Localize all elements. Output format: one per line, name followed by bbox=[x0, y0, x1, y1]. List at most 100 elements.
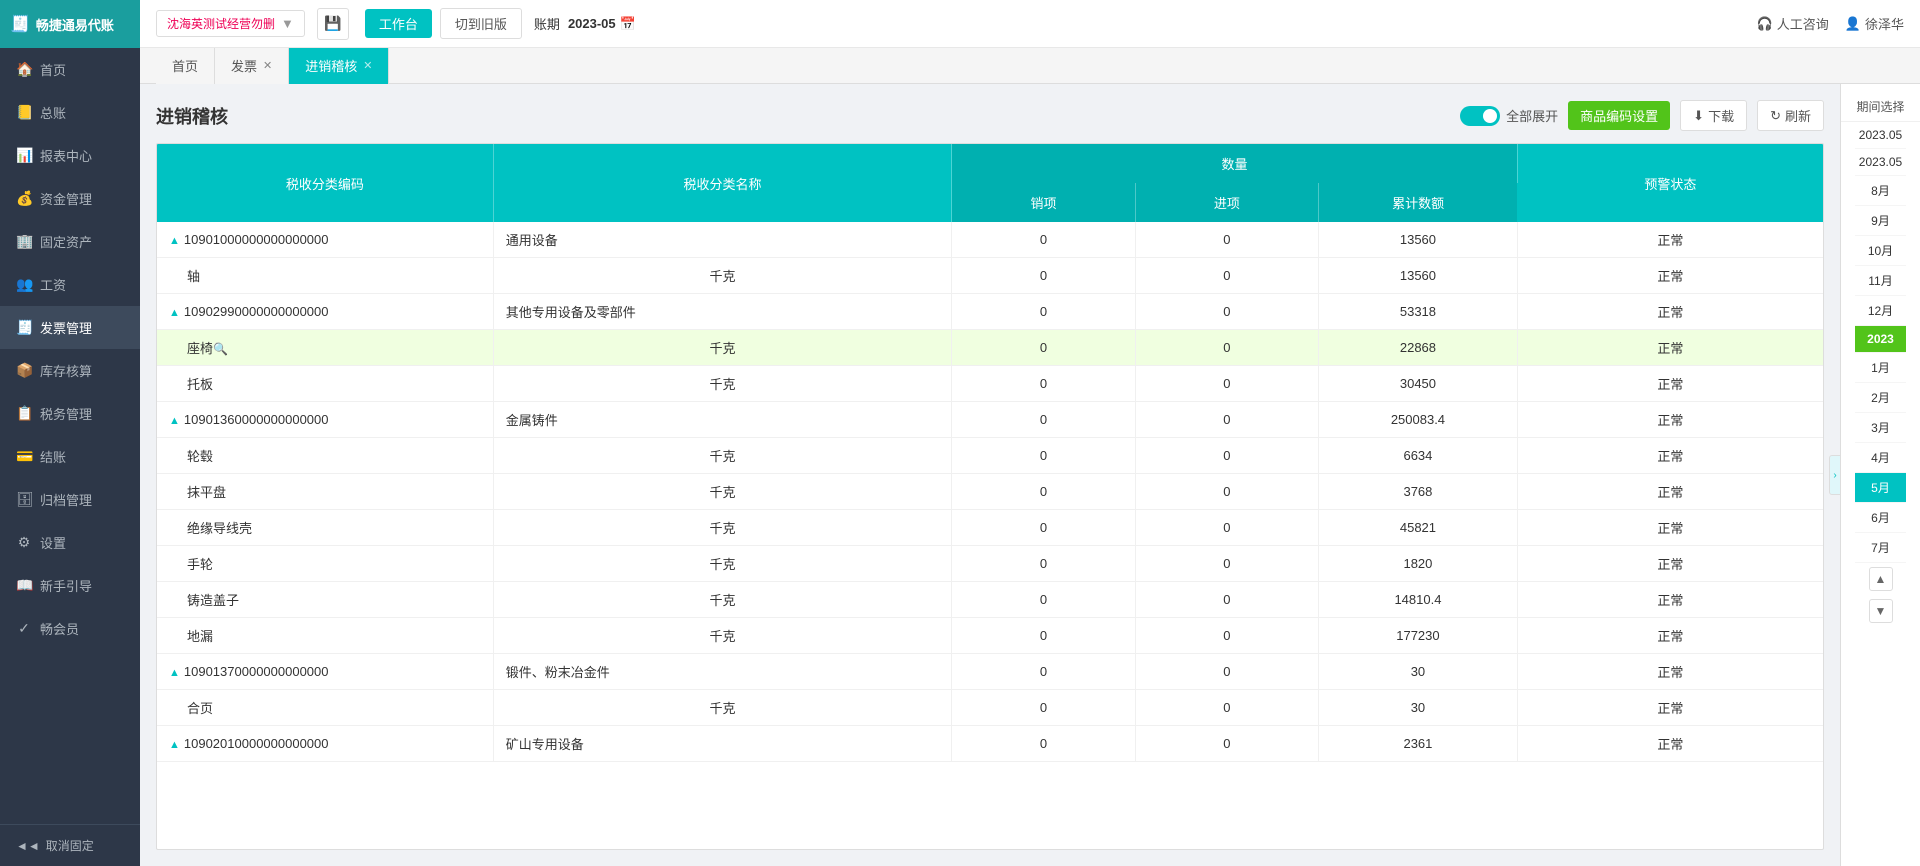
product-code-button[interactable]: 商品编码设置 bbox=[1568, 101, 1670, 130]
tab-reconcile[interactable]: 进销稽核 ✕ bbox=[289, 48, 389, 84]
page-title: 进销稽核 bbox=[156, 103, 228, 129]
table-row-purchase: 0 bbox=[1135, 654, 1318, 690]
table-row-name: 金属铸件 bbox=[493, 402, 952, 438]
company-dropdown-icon: ▼ bbox=[281, 16, 294, 31]
sidebar-item-tax[interactable]: 📋 税务管理 bbox=[0, 392, 140, 435]
table-row-total: 30 bbox=[1319, 690, 1518, 726]
table-row-total: 2361 bbox=[1319, 726, 1518, 762]
panel-toggle-button[interactable]: › bbox=[1829, 455, 1841, 495]
table-row-name: 其他专用设备及零部件 bbox=[493, 294, 952, 330]
reconcile-table: 税收分类编码 税收分类名称 数量 预警状态 销项 进项 累计数额 ▲10 bbox=[157, 144, 1823, 762]
period-label: 账期 bbox=[534, 14, 560, 33]
table-row-total: 13560 bbox=[1319, 222, 1518, 258]
tab-reconcile-close[interactable]: ✕ bbox=[363, 59, 372, 72]
sidebar-item-home[interactable]: 🏠 首页 bbox=[0, 48, 140, 91]
topbar-actions: 工作台 切到旧版 bbox=[365, 8, 522, 39]
period-prev-button[interactable]: ▲ bbox=[1869, 567, 1893, 591]
table-row-sale: 0 bbox=[952, 510, 1135, 546]
period-value: 2023-05 bbox=[568, 16, 616, 31]
sidebar-item-reports[interactable]: 📊 报表中心 bbox=[0, 134, 140, 177]
download-icon: ⬇ bbox=[1693, 108, 1704, 124]
table-row-total: 177230 bbox=[1319, 618, 1518, 654]
table-row-purchase: 0 bbox=[1135, 366, 1318, 402]
period-item[interactable]: 2023.05 bbox=[1855, 149, 1906, 176]
table-row-purchase: 0 bbox=[1135, 546, 1318, 582]
period-item[interactable]: 3月 bbox=[1855, 413, 1906, 443]
expand-label: 全部展开 bbox=[1506, 106, 1558, 125]
save-button[interactable]: 💾 bbox=[317, 8, 349, 40]
expand-row-icon[interactable]: ▲ bbox=[169, 739, 180, 751]
calendar-icon[interactable]: 📅 bbox=[620, 16, 636, 32]
table-row-unit: 千克 bbox=[493, 258, 952, 294]
sidebar-item-funds[interactable]: 💰 资金管理 bbox=[0, 177, 140, 220]
tax-icon: 📋 bbox=[16, 405, 32, 422]
period-item[interactable]: 12月 bbox=[1855, 296, 1906, 326]
period-item[interactable]: 2月 bbox=[1855, 383, 1906, 413]
expand-row-icon[interactable]: ▲ bbox=[169, 235, 180, 247]
workspace-button[interactable]: 工作台 bbox=[365, 9, 432, 38]
refresh-button[interactable]: ↻ 刷新 bbox=[1757, 100, 1824, 131]
table-row-code: ▲10902990000000000000 bbox=[157, 294, 493, 330]
period-item[interactable]: 8月 bbox=[1855, 176, 1906, 206]
sidebar-item-tax-label: 税务管理 bbox=[40, 404, 92, 423]
table-row-warning: 正常 bbox=[1517, 654, 1823, 690]
table-row-unit: 千克 bbox=[493, 474, 952, 510]
th-warning: 预警状态 bbox=[1517, 144, 1823, 222]
period-item[interactable]: 4月 bbox=[1855, 443, 1906, 473]
sidebar-item-guide[interactable]: 📖 新手引导 bbox=[0, 564, 140, 607]
table-row-warning: 正常 bbox=[1517, 222, 1823, 258]
period-next-button[interactable]: ▼ bbox=[1869, 599, 1893, 623]
table-row-total: 45821 bbox=[1319, 510, 1518, 546]
tab-home[interactable]: 首页 bbox=[156, 48, 215, 84]
archive-icon: 🗄 bbox=[16, 491, 32, 508]
sidebar-item-settlement[interactable]: 💳 结账 bbox=[0, 435, 140, 478]
table-row-purchase: 0 bbox=[1135, 582, 1318, 618]
table-row-unit: 千克 bbox=[493, 366, 952, 402]
help-button[interactable]: 🎧 人工咨询 bbox=[1757, 14, 1829, 33]
table-row-purchase: 0 bbox=[1135, 258, 1318, 294]
download-button[interactable]: ⬇ 下载 bbox=[1680, 100, 1747, 131]
sidebar-item-ledger[interactable]: 📒 总账 bbox=[0, 91, 140, 134]
sidebar-item-settings[interactable]: ⚙ 设置 bbox=[0, 521, 140, 564]
member-icon: ✓ bbox=[16, 620, 32, 637]
download-label: 下载 bbox=[1708, 106, 1734, 125]
th-tax-name: 税收分类名称 bbox=[493, 144, 952, 222]
period-item[interactable]: 6月 bbox=[1855, 503, 1906, 533]
expand-switch[interactable] bbox=[1460, 106, 1500, 126]
table-row-code: ▲10901370000000000000 bbox=[157, 654, 493, 690]
period-item[interactable]: 10月 bbox=[1855, 236, 1906, 266]
expand-row-icon[interactable]: ▲ bbox=[169, 307, 180, 319]
period-item[interactable]: 7月 bbox=[1855, 533, 1906, 563]
sidebar-item-payroll[interactable]: 👥 工资 bbox=[0, 263, 140, 306]
sidebar-item-member[interactable]: ✓ 畅会员 bbox=[0, 607, 140, 650]
company-selector[interactable]: 沈海英测试经营勿删 ▼ bbox=[156, 10, 305, 37]
period-nav-down: ▼ bbox=[1841, 595, 1920, 627]
period-item[interactable]: 11月 bbox=[1855, 266, 1906, 296]
table-row-subname: 铸造盖子 bbox=[157, 582, 493, 618]
period-item[interactable]: 2023.05 bbox=[1855, 122, 1906, 149]
company-name: 沈海英测试经营勿删 bbox=[167, 15, 275, 32]
tab-invoice[interactable]: 发票 ✕ bbox=[215, 48, 289, 84]
inventory-icon: 📦 bbox=[16, 362, 32, 379]
period-item[interactable]: 1月 bbox=[1855, 353, 1906, 383]
tab-invoice-close[interactable]: ✕ bbox=[263, 59, 272, 72]
sidebar-unpin-button[interactable]: ◄◄ 取消固定 bbox=[0, 824, 140, 866]
period-item[interactable]: 9月 bbox=[1855, 206, 1906, 236]
table-row-warning: 正常 bbox=[1517, 294, 1823, 330]
sidebar-item-assets[interactable]: 🏢 固定资产 bbox=[0, 220, 140, 263]
expand-row-icon[interactable]: ▲ bbox=[169, 667, 180, 679]
sidebar-item-guide-label: 新手引导 bbox=[40, 576, 92, 595]
switch-version-button[interactable]: 切到旧版 bbox=[440, 8, 522, 39]
table-row-purchase: 0 bbox=[1135, 726, 1318, 762]
expand-row-icon[interactable]: ▲ bbox=[169, 415, 180, 427]
sidebar-item-settlement-label: 结账 bbox=[40, 447, 66, 466]
sidebar-item-inventory[interactable]: 📦 库存核算 bbox=[0, 349, 140, 392]
sidebar-item-invoice[interactable]: 🧾 发票管理 bbox=[0, 306, 140, 349]
table-row-unit: 千克 bbox=[493, 510, 952, 546]
table-row-subname: 合页 bbox=[157, 690, 493, 726]
search-icon[interactable]: 🔍 bbox=[213, 342, 228, 356]
user-menu[interactable]: 👤 徐泽华 bbox=[1845, 14, 1904, 33]
sidebar-item-archive[interactable]: 🗄 归档管理 bbox=[0, 478, 140, 521]
period-item[interactable]: 2023 bbox=[1855, 326, 1906, 353]
period-item[interactable]: 5月 bbox=[1855, 473, 1906, 503]
